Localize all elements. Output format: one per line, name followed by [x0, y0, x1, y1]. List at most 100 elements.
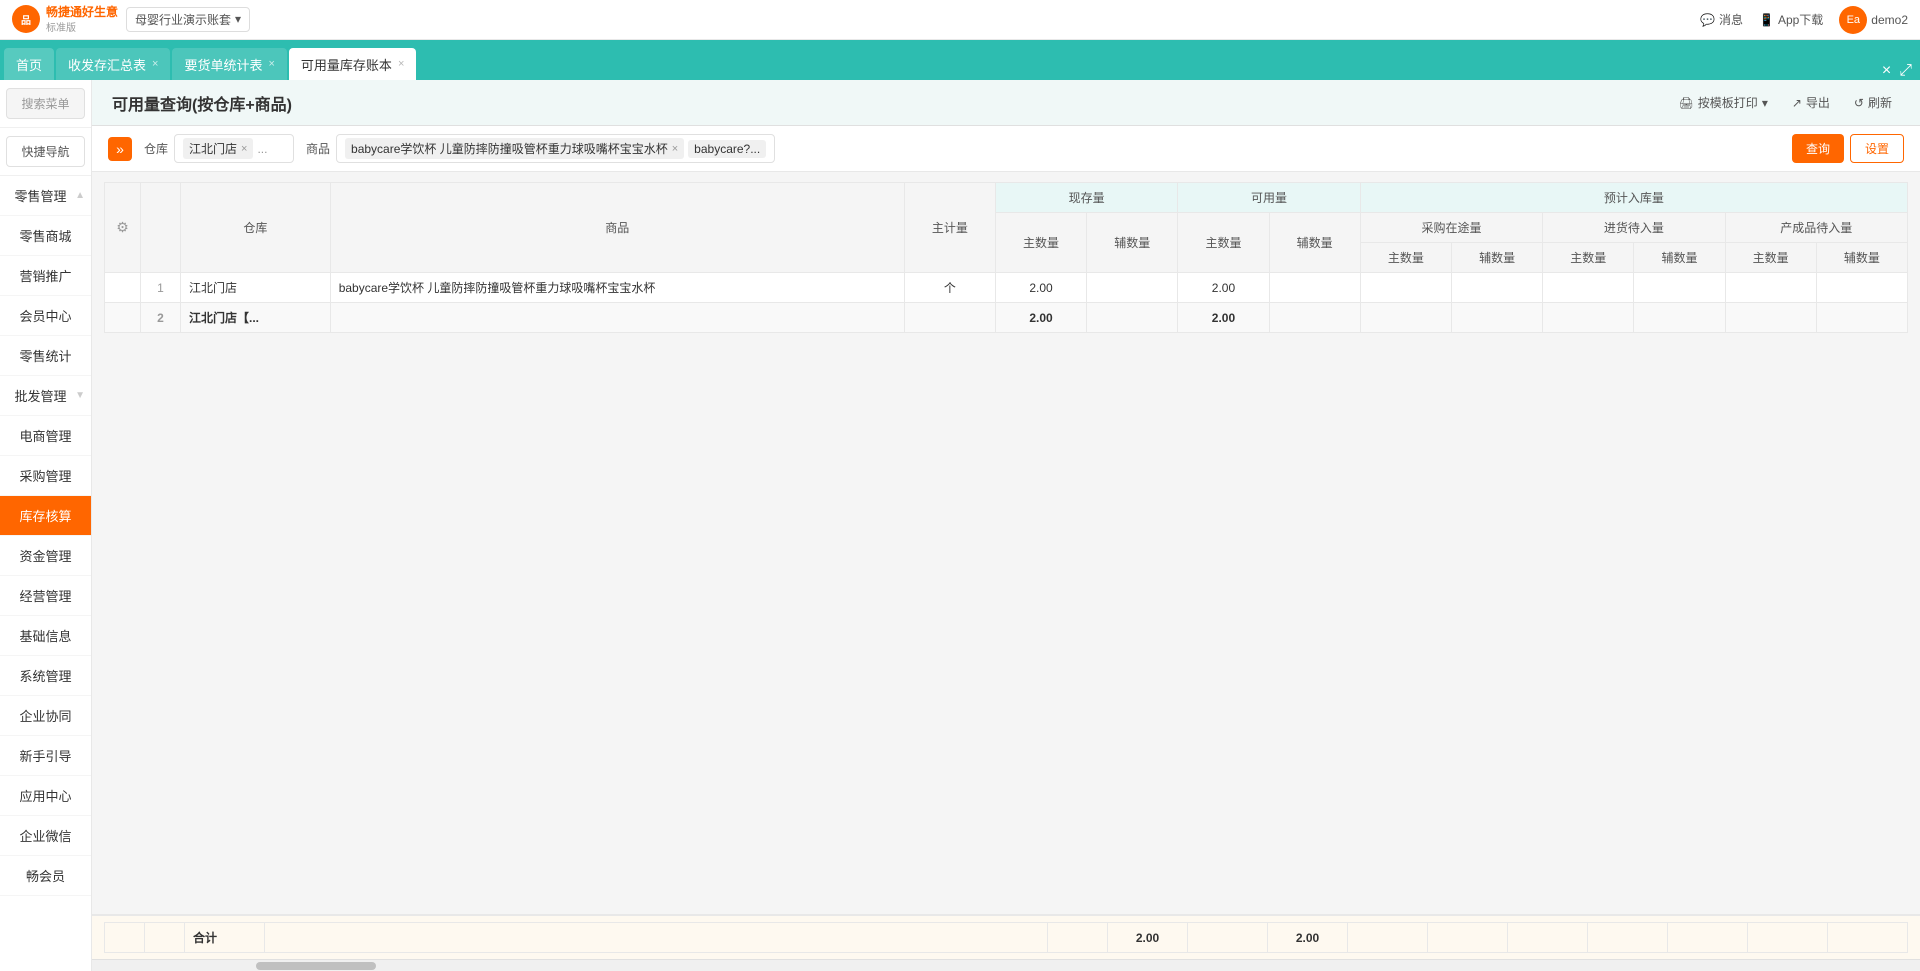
dropdown-icon: ▾ — [1762, 96, 1768, 110]
nav-tabs: 首页 收发存汇总表 × 要货单统计表 × 可用量库存账本 × × ⤢ — [0, 40, 1920, 80]
setting-button[interactable]: 设置 — [1850, 134, 1904, 163]
sidebar-item-retail-stats[interactable]: 零售统计 — [0, 336, 91, 376]
row-product: babycare学饮杯 儿童防摔防撞吸管杯重力球吸嘴杯宝宝水杯 — [330, 273, 904, 303]
message-icon: 💬 — [1700, 13, 1715, 27]
sidebar-item-retail-mgmt[interactable]: 零售管理 ▲ — [0, 176, 91, 216]
row-num: 2 — [141, 303, 181, 333]
tab-receipts[interactable]: 收发存汇总表 × — [56, 48, 170, 80]
download-button[interactable]: 📱 App下载 — [1759, 11, 1823, 28]
table-container: ⚙ 仓库 商品 主计量 现存量 可用量 预计入库量 主数量 辅数量 主数量 — [92, 172, 1920, 914]
product-remove-1[interactable]: × — [672, 143, 678, 155]
sidebar-item-purchase[interactable]: 采购管理 — [0, 456, 91, 496]
table-row[interactable]: 2 江北门店【... 2.00 2.00 — [105, 303, 1908, 333]
product-tag-1: babycare学饮杯 儿童防摔防撞吸管杯重力球吸嘴杯宝宝水杯 × — [345, 138, 684, 159]
close-all-tabs[interactable]: × — [1882, 62, 1891, 80]
tab-orders-close[interactable]: × — [268, 58, 274, 70]
warehouse-label: 仓库 — [144, 140, 168, 157]
page-actions: 🖨 按模板打印 ▾ ↗ 导出 ↺ 刷新 — [1671, 90, 1900, 115]
brand-name: 畅捷通好生意 — [46, 5, 118, 19]
tab-available-close[interactable]: × — [398, 58, 404, 70]
sidebar-item-inventory[interactable]: 库存核算 — [0, 496, 91, 536]
data-table: ⚙ 仓库 商品 主计量 现存量 可用量 预计入库量 主数量 辅数量 主数量 — [104, 182, 1908, 333]
search-menu-button[interactable]: 搜索菜单 — [6, 88, 85, 119]
produced-main-header: 主数量 — [1725, 243, 1816, 273]
purchase-aux-header: 辅数量 — [1451, 243, 1542, 273]
sidebar-item-operation[interactable]: 经营管理 — [0, 576, 91, 616]
user-name: demo2 — [1871, 13, 1908, 27]
sidebar-item-wechat[interactable]: 企业微信 — [0, 816, 91, 856]
message-label: 消息 — [1719, 11, 1743, 28]
sidebar-item-system[interactable]: 系统管理 — [0, 656, 91, 696]
export-button[interactable]: ↗ 导出 — [1784, 90, 1838, 115]
expand-filter-button[interactable]: » — [108, 137, 132, 161]
brand-icon: 品 — [12, 5, 40, 33]
sidebar-item-ecommerce[interactable]: 电商管理 — [0, 416, 91, 456]
row-avail-main: 2.00 — [1178, 303, 1269, 333]
table-row[interactable]: 1 江北门店 babycare学饮杯 儿童防摔防撞吸管杯重力球吸嘴杯宝宝水杯 个… — [105, 273, 1908, 303]
content-area: 可用量查询(按仓库+商品) 🖨 按模板打印 ▾ ↗ 导出 ↺ 刷新 » — [92, 80, 1920, 971]
warehouse-filter: 仓库 江北门店 × ... — [144, 134, 294, 163]
total-table: 合计 2.00 2.00 — [104, 922, 1908, 953]
quick-nav-button[interactable]: 快捷导航 — [6, 136, 85, 167]
tab-orders[interactable]: 要货单统计表 × — [172, 48, 286, 80]
tab-home[interactable]: 首页 — [4, 48, 54, 80]
sidebar-item-retail-mall[interactable]: 零售商城 — [0, 216, 91, 256]
sidebar-item-newguide[interactable]: 新手引导 — [0, 736, 91, 776]
top-bar-right: 💬 消息 📱 App下载 Ea demo2 — [1700, 6, 1908, 34]
tab-available[interactable]: 可用量库存账本 × — [289, 48, 416, 80]
filter-actions: 查询 设置 — [1792, 134, 1904, 163]
sidebar-item-basic[interactable]: 基础信息 — [0, 616, 91, 656]
scroll-thumb[interactable] — [256, 962, 376, 970]
product-filter: 商品 babycare学饮杯 儿童防摔防撞吸管杯重力球吸嘴杯宝宝水杯 × bab… — [306, 134, 775, 163]
download-label: App下载 — [1778, 11, 1823, 28]
sidebar-search-area: 搜索菜单 — [0, 80, 91, 128]
total-empty-2 — [145, 923, 185, 953]
row-warehouse: 江北门店 — [181, 273, 331, 303]
print-template-button[interactable]: 🖨 按模板打印 ▾ — [1671, 90, 1776, 115]
mainunit-col-header: 主计量 — [904, 183, 995, 273]
brand-logo: 品 畅捷通好生意 标准版 — [12, 5, 118, 34]
download-icon: 📱 — [1759, 13, 1774, 27]
settings-icon[interactable]: ⚙ — [116, 219, 129, 235]
row-incoming-main — [1543, 273, 1634, 303]
message-button[interactable]: 💬 消息 — [1700, 11, 1743, 28]
tab-home-label: 首页 — [16, 55, 42, 74]
row-avail-main: 2.00 — [1178, 273, 1269, 303]
industry-selector[interactable]: 母婴行业演示账套 ▾ — [126, 7, 250, 32]
sidebar-item-finance[interactable]: 资金管理 — [0, 536, 91, 576]
available-group-header: 可用量 — [1178, 183, 1360, 213]
query-button[interactable]: 查询 — [1792, 134, 1844, 163]
product-label: 商品 — [306, 140, 330, 157]
total-p4 — [1668, 923, 1748, 953]
row-incoming-aux — [1634, 273, 1725, 303]
user-menu[interactable]: Ea demo2 — [1839, 6, 1908, 34]
warehouse-tag: 江北门店 × — [183, 138, 253, 159]
horizontal-scrollbar[interactable] — [92, 959, 1920, 971]
main-layout: 搜索菜单 快捷导航 零售管理 ▲ 零售商城 营销推广 会员中心 零售统计 批发管… — [0, 80, 1920, 971]
product-input[interactable]: babycare学饮杯 儿童防摔防撞吸管杯重力球吸嘴杯宝宝水杯 × babyca… — [336, 134, 775, 163]
warehouse-input[interactable]: 江北门店 × ... — [174, 134, 294, 163]
sidebar-item-member2[interactable]: 畅会员 — [0, 856, 91, 896]
avatar: Ea — [1839, 6, 1867, 34]
incoming-aux-header: 辅数量 — [1634, 243, 1725, 273]
dropdown-icon: ▾ — [235, 12, 241, 26]
print-icon: 🖨 — [1679, 96, 1694, 110]
table-footer: 合计 2.00 2.00 — [92, 914, 1920, 959]
total-p3 — [1588, 923, 1668, 953]
row-product — [330, 303, 904, 333]
sidebar-item-wholesale[interactable]: 批发管理 ▼ — [0, 376, 91, 416]
row-avail-aux — [1269, 273, 1360, 303]
tab-receipts-close[interactable]: × — [152, 58, 158, 70]
row-stock-main: 2.00 — [995, 303, 1086, 333]
refresh-icon: ↺ — [1854, 96, 1864, 110]
sidebar-item-member[interactable]: 会员中心 — [0, 296, 91, 336]
expand-tabs[interactable]: ⤢ — [1899, 62, 1912, 80]
product-value-2: babycare?... — [694, 142, 760, 156]
sidebar-item-marketing[interactable]: 营销推广 — [0, 256, 91, 296]
incoming-main-header: 主数量 — [1543, 243, 1634, 273]
total-stock-main: 2.00 — [1108, 923, 1188, 953]
sidebar-item-appcenter[interactable]: 应用中心 — [0, 776, 91, 816]
warehouse-remove[interactable]: × — [241, 143, 247, 155]
sidebar-item-enterprise[interactable]: 企业协同 — [0, 696, 91, 736]
refresh-button[interactable]: ↺ 刷新 — [1846, 90, 1900, 115]
